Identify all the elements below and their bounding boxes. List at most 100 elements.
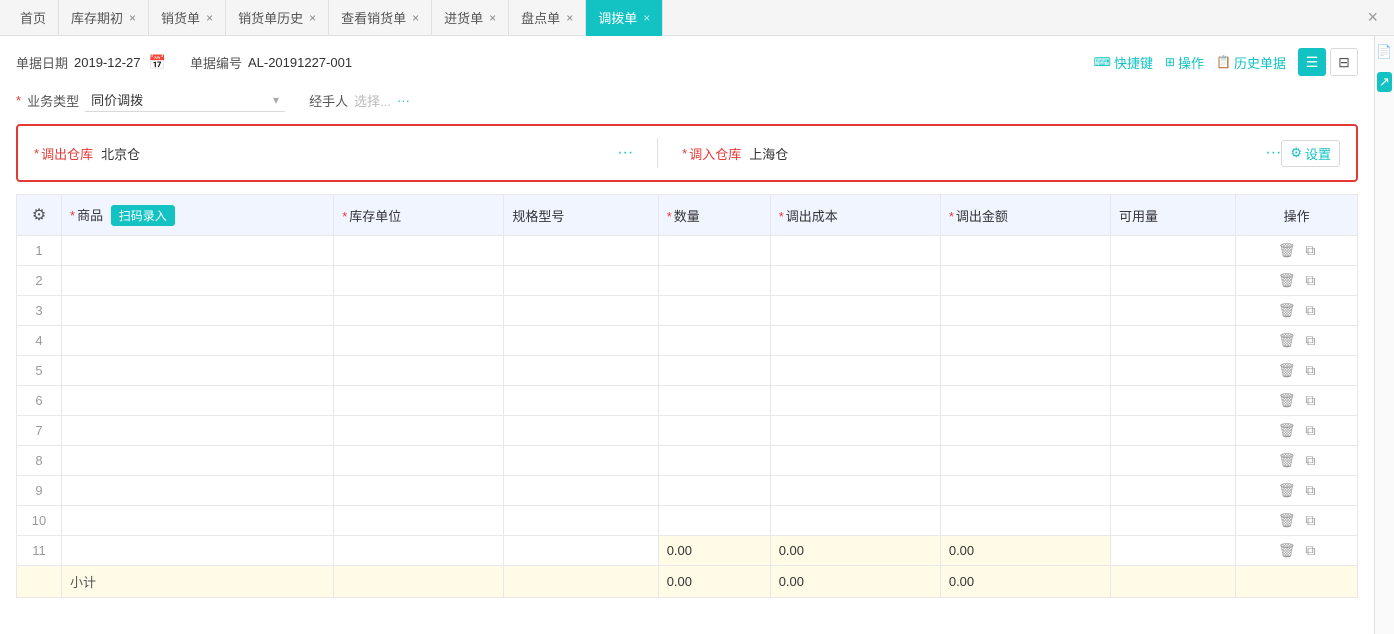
row-cost[interactable] [770, 506, 940, 536]
row-qty[interactable] [658, 266, 770, 296]
row-product[interactable] [62, 296, 334, 326]
row-amount[interactable] [940, 476, 1110, 506]
row-amount[interactable] [940, 296, 1110, 326]
warehouse-in-more-btn[interactable]: ··· [1265, 144, 1281, 162]
row-unit[interactable] [334, 476, 504, 506]
row-qty[interactable] [658, 326, 770, 356]
row-unit[interactable] [334, 446, 504, 476]
row-amount[interactable] [940, 416, 1110, 446]
row-amount[interactable] [940, 266, 1110, 296]
row-amount[interactable] [940, 386, 1110, 416]
copy-row-icon[interactable]: ⧉ [1305, 302, 1315, 318]
tab-inventory-check[interactable]: 盘点单 × [509, 0, 586, 36]
delete-row-icon[interactable]: 🗑 [1278, 422, 1296, 438]
sidebar-doc-icon[interactable]: 📄 [1376, 44, 1392, 60]
tab-close-sales-history[interactable]: × [309, 11, 316, 25]
tab-sales-history[interactable]: 销货单历史 × [226, 0, 329, 36]
tab-view-sales[interactable]: 查看销货单 × [329, 0, 432, 36]
row-spec[interactable] [504, 506, 658, 536]
row-spec[interactable] [504, 236, 658, 266]
row-qty[interactable] [658, 416, 770, 446]
row-qty[interactable] [658, 386, 770, 416]
tab-home[interactable]: 首页 [8, 0, 59, 36]
shortcuts-btn[interactable]: ⌨ 快捷键 [1094, 53, 1153, 72]
row-amount[interactable] [940, 446, 1110, 476]
delete-row-icon[interactable]: 🗑 [1278, 392, 1296, 408]
business-type-select[interactable]: 同价调拨 ▾ [85, 88, 285, 112]
row-product[interactable] [62, 266, 334, 296]
delete-row-icon[interactable]: 🗑 [1278, 452, 1296, 468]
row-product[interactable] [62, 446, 334, 476]
row-spec[interactable] [504, 356, 658, 386]
row-spec[interactable] [504, 446, 658, 476]
delete-row-icon[interactable]: 🗑 [1278, 332, 1296, 348]
row-spec[interactable] [504, 386, 658, 416]
row-unit[interactable] [334, 356, 504, 386]
row-qty[interactable] [658, 356, 770, 386]
tab-close-purchase-order[interactable]: × [489, 11, 496, 25]
row-spec[interactable] [504, 416, 658, 446]
row-spec[interactable] [504, 266, 658, 296]
tab-close-inventory-check[interactable]: × [566, 11, 573, 25]
row-cost[interactable] [770, 326, 940, 356]
tab-purchase-order[interactable]: 进货单 × [432, 0, 509, 36]
row-cost[interactable] [770, 356, 940, 386]
col-gear[interactable]: ⚙ [17, 195, 62, 236]
row-qty[interactable] [658, 476, 770, 506]
copy-row-icon[interactable]: ⧉ [1305, 392, 1315, 408]
tab-transfer-order[interactable]: 调拨单 × [586, 0, 663, 36]
row-amount[interactable] [940, 506, 1110, 536]
row-cost[interactable] [770, 476, 940, 506]
row-product[interactable] [62, 386, 334, 416]
row-unit[interactable] [334, 236, 504, 266]
tab-close-transfer-order[interactable]: × [643, 11, 650, 25]
row-product[interactable] [62, 416, 334, 446]
row-product[interactable] [62, 506, 334, 536]
warehouse-out-more-btn[interactable]: ··· [617, 144, 633, 162]
tab-close-view-sales[interactable]: × [412, 11, 419, 25]
row-product[interactable] [62, 476, 334, 506]
copy-row-icon[interactable]: ⧉ [1305, 422, 1315, 438]
delete-row-icon[interactable]: 🗑 [1278, 272, 1296, 288]
close-all-tabs[interactable]: × [1359, 7, 1386, 28]
delete-icon[interactable]: 🗑 [1278, 542, 1296, 558]
row-unit[interactable] [334, 416, 504, 446]
tab-sales-order[interactable]: 销货单 × [149, 0, 226, 36]
row-qty[interactable] [658, 236, 770, 266]
row-amount[interactable] [940, 356, 1110, 386]
copy-row-icon[interactable]: ⧉ [1305, 362, 1315, 378]
row-unit[interactable] [334, 506, 504, 536]
copy-row-icon[interactable]: ⧉ [1305, 482, 1315, 498]
delete-row-icon[interactable]: 🗑 [1278, 242, 1296, 258]
delete-row-icon[interactable]: 🗑 [1278, 512, 1296, 528]
row-cost[interactable] [770, 296, 940, 326]
warehouse-settings-btn[interactable]: ⚙ 设置 [1281, 140, 1340, 167]
person-more-btn[interactable]: ··· [397, 93, 410, 108]
operations-btn[interactable]: ⊞ 操作 [1165, 53, 1204, 72]
row-qty[interactable] [658, 446, 770, 476]
copy-row-icon[interactable]: ⧉ [1305, 452, 1315, 468]
row-product[interactable] [62, 356, 334, 386]
row-unit[interactable] [334, 326, 504, 356]
grid-view-btn[interactable]: ⊟ [1330, 48, 1358, 76]
row-qty[interactable] [658, 296, 770, 326]
row-product[interactable] [62, 326, 334, 356]
row-unit[interactable] [334, 296, 504, 326]
delete-row-icon[interactable]: 🗑 [1278, 482, 1296, 498]
history-btn[interactable]: 📋 历史单据 [1216, 53, 1286, 72]
row-qty[interactable] [658, 506, 770, 536]
person-select[interactable]: 选择... [354, 91, 391, 110]
copy-row-icon[interactable]: ⧉ [1305, 332, 1315, 348]
calendar-icon[interactable]: 📅 [149, 54, 166, 71]
scan-btn[interactable]: 扫码录入 [111, 205, 175, 226]
tab-close-sales-order[interactable]: × [206, 11, 213, 25]
row-amount[interactable] [940, 236, 1110, 266]
sidebar-expand-icon[interactable]: ↗ [1377, 72, 1392, 92]
list-view-btn[interactable]: ☰ [1298, 48, 1326, 76]
row-spec[interactable] [504, 476, 658, 506]
row-amount[interactable] [940, 326, 1110, 356]
tab-close-inventory-init[interactable]: × [129, 11, 136, 25]
row-product[interactable] [62, 236, 334, 266]
row-cost[interactable] [770, 446, 940, 476]
tab-inventory-init[interactable]: 库存期初 × [59, 0, 149, 36]
